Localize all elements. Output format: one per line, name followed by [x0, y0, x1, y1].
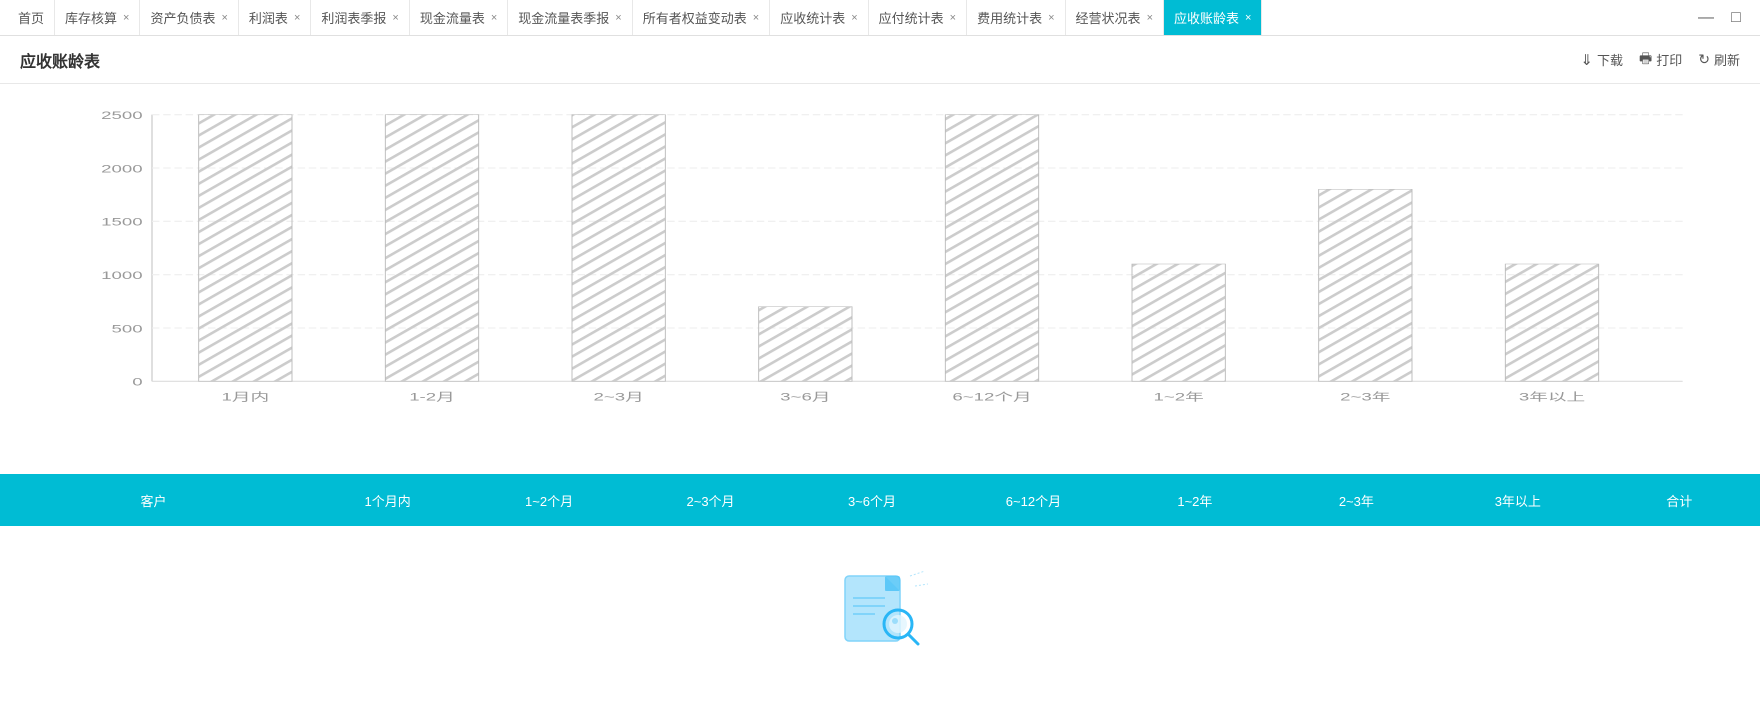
tab-bar-end: ― □: [1694, 6, 1752, 30]
svg-text:3年以上: 3年以上: [1519, 391, 1585, 403]
table-header: 客户 1个月内 1~2个月 2~3个月 3~6个月 6~12个月 1~2年 2~…: [0, 474, 1760, 526]
refresh-icon: ↻: [1698, 51, 1710, 68]
svg-text:2000: 2000: [101, 163, 142, 175]
tab-expense-stat[interactable]: 费用统计表 ×: [967, 0, 1065, 36]
close-icon[interactable]: ×: [1245, 12, 1251, 24]
print-icon: 🖶: [1639, 48, 1652, 72]
col-2-3y: 2~3年: [1276, 491, 1437, 510]
tab-cashflow-quarterly[interactable]: 现金流量表季报 ×: [508, 0, 632, 36]
tab-inventory[interactable]: 库存核算 ×: [55, 0, 140, 36]
empty-icon: [830, 556, 930, 656]
svg-text:500: 500: [112, 323, 143, 335]
svg-text:2500: 2500: [101, 110, 142, 122]
col-1-2y: 1~2年: [1114, 491, 1275, 510]
document-search-icon: [830, 556, 930, 656]
close-icon[interactable]: ×: [123, 12, 129, 24]
bar-chart: 0 500 1000 1500 2000 2500: [40, 104, 1720, 424]
bar-5: [945, 115, 1038, 382]
bar-6: [1132, 264, 1225, 381]
bar-1: [199, 115, 292, 382]
close-icon[interactable]: ×: [950, 12, 956, 24]
close-icon[interactable]: ×: [851, 12, 857, 24]
tab-ap-stat[interactable]: 应付统计表 ×: [869, 0, 967, 36]
minimize-button[interactable]: ―: [1694, 6, 1718, 30]
empty-state: [0, 526, 1760, 656]
bar-7: [1319, 189, 1412, 381]
bar-8: [1505, 264, 1598, 381]
download-icon: ⇓: [1580, 51, 1593, 69]
download-button[interactable]: ⇓ 下载: [1580, 50, 1623, 69]
close-icon[interactable]: ×: [1048, 12, 1054, 24]
bar-4: [759, 307, 852, 382]
maximize-button[interactable]: □: [1724, 6, 1748, 30]
svg-text:3~6月: 3~6月: [780, 391, 830, 403]
header-actions: ⇓ 下载 🖶 打印 ↻ 刷新: [1580, 48, 1740, 72]
chart-area: 0 500 1000 1500 2000 2500: [0, 84, 1760, 474]
svg-text:1-2月: 1-2月: [409, 391, 455, 403]
svg-text:0: 0: [132, 376, 142, 388]
tab-operation[interactable]: 经营状况表 ×: [1066, 0, 1164, 36]
col-total: 合计: [1599, 491, 1760, 510]
svg-text:1000: 1000: [101, 270, 142, 282]
svg-text:1~2年: 1~2年: [1154, 391, 1204, 403]
col-customer: 客户: [0, 491, 307, 510]
bar-2: [385, 115, 478, 382]
tab-ar-aging[interactable]: 应收账龄表 ×: [1164, 0, 1262, 36]
svg-text:1500: 1500: [101, 216, 142, 228]
col-3-6m: 3~6个月: [791, 491, 952, 510]
close-icon[interactable]: ×: [294, 12, 300, 24]
tab-profit-quarterly[interactable]: 利润表季报 ×: [311, 0, 409, 36]
col-1m: 1个月内: [307, 491, 468, 510]
close-icon[interactable]: ×: [221, 12, 227, 24]
print-button[interactable]: 🖶 打印: [1639, 48, 1682, 72]
col-6-12m: 6~12个月: [953, 491, 1114, 510]
tab-equity[interactable]: 所有者权益变动表 ×: [633, 0, 770, 36]
svg-text:1月内: 1月内: [221, 391, 269, 403]
bar-3: [572, 115, 665, 382]
tab-home[interactable]: 首页: [8, 0, 55, 36]
col-2-3m: 2~3个月: [630, 491, 791, 510]
close-icon[interactable]: ×: [753, 12, 759, 24]
main-content: 0 500 1000 1500 2000 2500: [0, 84, 1760, 720]
tab-profit[interactable]: 利润表 ×: [239, 0, 311, 36]
svg-text:6~12个月: 6~12个月: [952, 391, 1031, 403]
page-header: 应收账龄表 ⇓ 下载 🖶 打印 ↻ 刷新: [0, 36, 1760, 84]
svg-text:2~3年: 2~3年: [1340, 391, 1390, 403]
tab-cashflow[interactable]: 现金流量表 ×: [410, 0, 508, 36]
col-3y-plus: 3年以上: [1437, 491, 1598, 510]
svg-text:2~3月: 2~3月: [594, 391, 644, 403]
tab-bar: 首页 库存核算 × 资产负债表 × 利润表 × 利润表季报 × 现金流量表 × …: [0, 0, 1760, 36]
close-icon[interactable]: ×: [615, 12, 621, 24]
refresh-button[interactable]: ↻ 刷新: [1698, 50, 1740, 69]
tab-balance[interactable]: 资产负债表 ×: [140, 0, 238, 36]
close-icon[interactable]: ×: [491, 12, 497, 24]
close-icon[interactable]: ×: [1147, 12, 1153, 24]
page-title: 应收账龄表: [20, 48, 100, 72]
close-icon[interactable]: ×: [392, 12, 398, 24]
tab-ar-stat[interactable]: 应收统计表 ×: [770, 0, 868, 36]
col-1-2m: 1~2个月: [468, 491, 629, 510]
